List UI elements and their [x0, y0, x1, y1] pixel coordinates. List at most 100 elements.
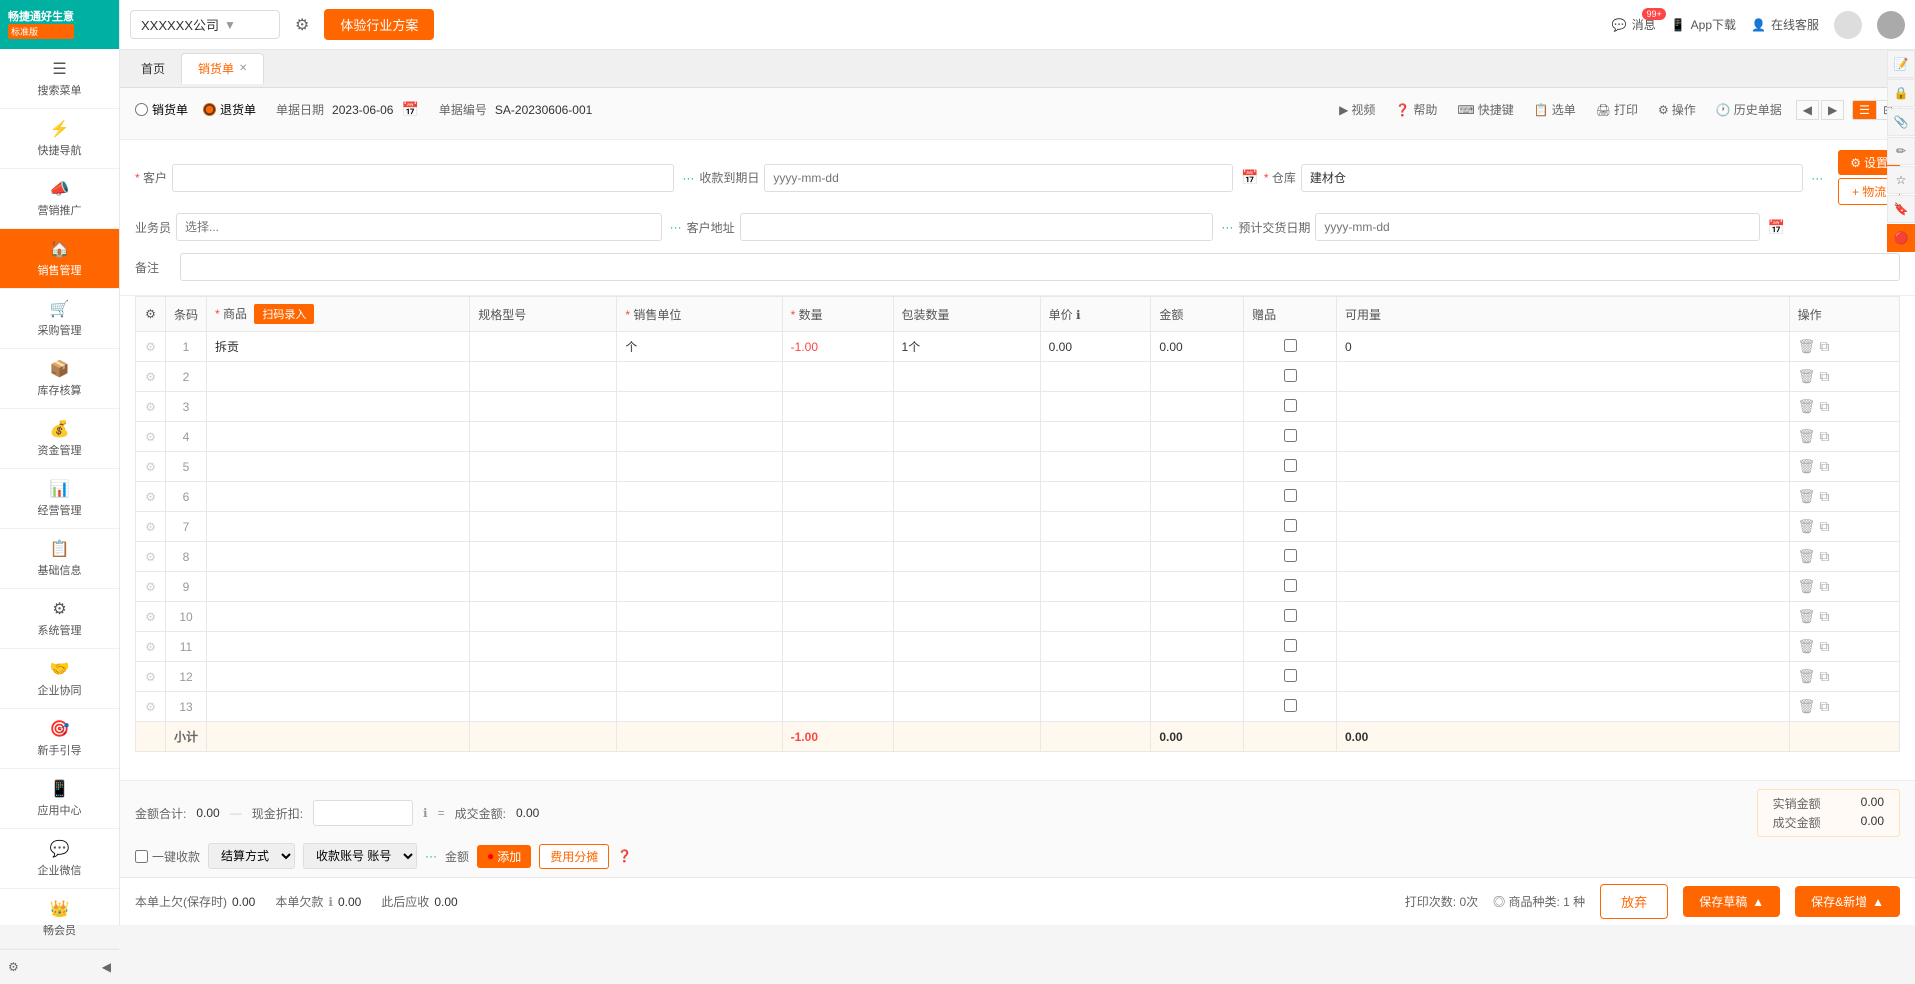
warehouse-input[interactable] — [1301, 164, 1803, 192]
doc-date-cal-icon[interactable]: 📅 — [401, 101, 418, 118]
settlement-method-select[interactable]: 结算方式 — [208, 843, 295, 869]
customer-addr-more-icon[interactable]: ··· — [1221, 220, 1233, 234]
op-copy-2[interactable]: ⧉ — [1819, 398, 1829, 415]
action-shortcut[interactable]: ⌨ 快捷键 — [1451, 98, 1519, 121]
gift-checkbox-7[interactable] — [1284, 549, 1297, 562]
nav-next-icon[interactable]: ▶ — [1821, 100, 1844, 120]
cost-allocation-button[interactable]: 费用分摊 — [539, 844, 609, 869]
gift-checkbox-6[interactable] — [1284, 519, 1297, 532]
cash-discount-input[interactable] — [313, 800, 413, 826]
online-service-group[interactable]: 👤 在线客服 — [1751, 16, 1819, 33]
op-delete-5[interactable]: 🗑 — [1798, 488, 1816, 505]
op-delete-6[interactable]: 🗑 — [1798, 518, 1816, 535]
product-type[interactable]: ◎ 商品种类: 1 种 — [1493, 893, 1585, 910]
cell-gift-12[interactable] — [1244, 692, 1337, 722]
rp-edit-btn[interactable]: ✏ — [1887, 137, 1915, 165]
avatar[interactable] — [1834, 11, 1862, 39]
rp-alert-btn[interactable]: 🔴 — [1887, 224, 1915, 252]
sidebar-item-operations[interactable]: 📊 经营管理 — [0, 469, 119, 529]
sidebar-item-search-order[interactable]: ☰ 搜索菜单 — [0, 49, 119, 109]
rp-lock-btn[interactable]: 🔒 — [1887, 79, 1915, 107]
scan-btn[interactable]: 扫码录入 — [254, 304, 314, 324]
op-delete-1[interactable]: 🗑 — [1798, 368, 1816, 385]
one-click-checkbox-input[interactable] — [135, 850, 148, 863]
op-delete-12[interactable]: 🗑 — [1798, 698, 1816, 715]
row-gear-cell-11[interactable]: ⚙ — [136, 662, 166, 692]
account-more-icon[interactable]: ··· — [425, 849, 437, 863]
sidebar-item-finance[interactable]: 💰 资金管理 — [0, 409, 119, 469]
tab-home[interactable]: 首页 — [125, 54, 181, 83]
rp-star-btn[interactable]: ☆ — [1887, 166, 1915, 194]
row-gear-cell-5[interactable]: ⚙ — [136, 482, 166, 512]
op-copy-9[interactable]: ⧉ — [1819, 608, 1829, 625]
rp-attach-btn[interactable]: 📎 — [1887, 108, 1915, 136]
avatar2[interactable] — [1877, 11, 1905, 39]
sidebar-item-basic-info[interactable]: 📋 基础信息 — [0, 529, 119, 589]
cell-gift-3[interactable] — [1244, 422, 1337, 452]
op-copy-10[interactable]: ⧉ — [1819, 638, 1829, 655]
action-history[interactable]: 🕐 历史单据 — [1710, 98, 1788, 121]
sidebar-item-member[interactable]: 👑 畅会员 — [0, 889, 119, 949]
app-download-group[interactable]: 📱 App下载 — [1671, 16, 1736, 33]
warehouse-more-icon[interactable]: ··· — [1811, 171, 1823, 185]
cell-gift-1[interactable] — [1244, 362, 1337, 392]
row-gear-cell-7[interactable]: ⚙ — [136, 542, 166, 572]
add-payment-button[interactable]: ● 添加 — [477, 845, 531, 868]
op-delete-9[interactable]: 🗑 — [1798, 608, 1816, 625]
payment-due-input[interactable] — [764, 164, 1233, 192]
op-delete-0[interactable]: 🗑 — [1798, 338, 1816, 355]
cell-gift-10[interactable] — [1244, 632, 1337, 662]
discard-button[interactable]: 放弃 — [1600, 884, 1668, 919]
row-gear-cell-6[interactable]: ⚙ — [136, 512, 166, 542]
delivery-date-input[interactable] — [1315, 213, 1759, 241]
cell-gift-9[interactable] — [1244, 602, 1337, 632]
radio-sales-input[interactable] — [135, 103, 148, 116]
gift-checkbox-10[interactable] — [1284, 639, 1297, 652]
op-copy-6[interactable]: ⧉ — [1819, 518, 1829, 535]
gift-checkbox-0[interactable] — [1284, 339, 1297, 352]
rp-bookmark-btn[interactable]: 🔖 — [1887, 195, 1915, 223]
message-group[interactable]: 💬 消息 99+ — [1612, 16, 1656, 33]
customer-addr-input[interactable] — [740, 213, 1214, 241]
gift-checkbox-5[interactable] — [1284, 489, 1297, 502]
op-copy-12[interactable]: ⧉ — [1819, 698, 1829, 715]
row-gear-cell-8[interactable]: ⚙ — [136, 572, 166, 602]
account-select[interactable]: 收款账号 账号 — [303, 843, 417, 869]
cell-gift-2[interactable] — [1244, 392, 1337, 422]
row-gear-cell-1[interactable]: ⚙ — [136, 362, 166, 392]
op-copy-3[interactable]: ⧉ — [1819, 428, 1829, 445]
gift-checkbox-2[interactable] — [1284, 399, 1297, 412]
row-gear-cell-12[interactable]: ⚙ — [136, 692, 166, 722]
gift-checkbox-3[interactable] — [1284, 429, 1297, 442]
cell-gift-8[interactable] — [1244, 572, 1337, 602]
view-btn-list[interactable]: ☰ — [1853, 101, 1877, 119]
remark-input[interactable] — [180, 253, 1900, 281]
op-delete-2[interactable]: 🗑 — [1798, 398, 1816, 415]
cell-gift-7[interactable] — [1244, 542, 1337, 572]
rp-notes-btn[interactable]: 📝 — [1887, 50, 1915, 78]
gift-checkbox-4[interactable] — [1284, 459, 1297, 472]
radio-return[interactable]: 退货单 — [203, 101, 256, 118]
action-help[interactable]: ❓ 帮助 — [1389, 98, 1443, 121]
action-print[interactable]: 🖨 打印 — [1590, 98, 1644, 121]
cell-gift-11[interactable] — [1244, 662, 1337, 692]
gift-checkbox-12[interactable] — [1284, 699, 1297, 712]
action-video[interactable]: ▶ 视频 — [1333, 98, 1381, 121]
op-delete-10[interactable]: 🗑 — [1798, 638, 1816, 655]
row-gear-cell-4[interactable]: ⚙ — [136, 452, 166, 482]
gift-checkbox-9[interactable] — [1284, 609, 1297, 622]
op-delete-8[interactable]: 🗑 — [1798, 578, 1816, 595]
sidebar-item-enterprise[interactable]: 🤝 企业协同 — [0, 649, 119, 709]
tab-sales-order[interactable]: 销货单 ✕ — [181, 53, 264, 84]
op-delete-7[interactable]: 🗑 — [1798, 548, 1816, 565]
one-click-payment-checkbox[interactable]: 一键收款 — [135, 848, 200, 865]
cell-gift-0[interactable] — [1244, 332, 1337, 362]
sidebar-item-wechat[interactable]: 💬 企业微信 — [0, 829, 119, 889]
salesperson-input[interactable] — [176, 213, 662, 241]
delivery-date-cal-icon[interactable]: 📅 — [1768, 219, 1785, 236]
sidebar-item-inventory[interactable]: 📦 库存核算 — [0, 349, 119, 409]
th-gear[interactable]: ⚙ — [136, 297, 166, 332]
payment-due-cal-icon[interactable]: 📅 — [1241, 169, 1258, 186]
customer-more-icon[interactable]: ··· — [682, 171, 694, 185]
op-copy-11[interactable]: ⧉ — [1819, 668, 1829, 685]
